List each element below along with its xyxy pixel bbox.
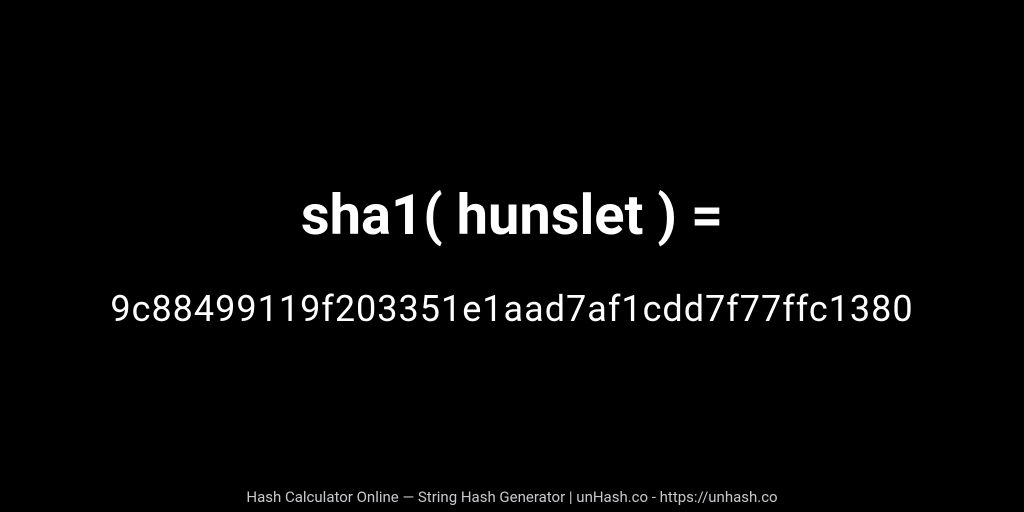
page-container: sha1( hunslet ) = 9c88499119f203351e1aad… xyxy=(0,0,1024,512)
main-content: sha1( hunslet ) = 9c88499119f203351e1aad… xyxy=(110,0,913,512)
hash-expression: sha1( hunslet ) = xyxy=(301,182,723,248)
footer-text: Hash Calculator Online — String Hash Gen… xyxy=(0,488,1024,506)
hash-result: 9c88499119f203351e1aad7af1cdd7f77ffc1380 xyxy=(110,288,913,330)
